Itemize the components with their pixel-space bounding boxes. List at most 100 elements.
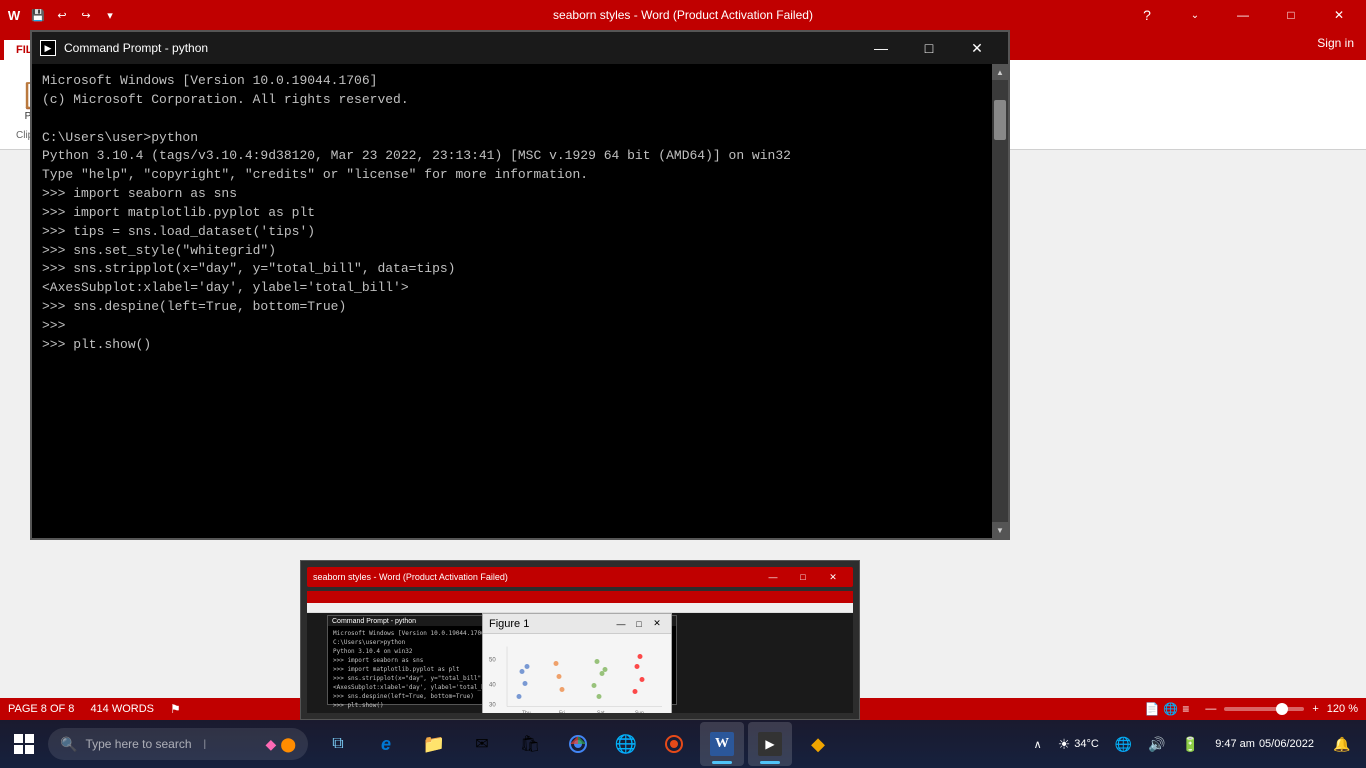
taskbar-word[interactable]: W: [700, 722, 744, 766]
search-icons: ◆ ⬤: [266, 736, 296, 753]
titlebar-left: W 💾 ↩ ↪ ▾: [0, 5, 120, 25]
cmd-content: Microsoft Windows [Version 10.0.19044.17…: [32, 64, 1008, 538]
figure-title: Figure 1: [489, 618, 529, 630]
taskbar-mail[interactable]: ✉: [460, 722, 504, 766]
ribbon-toggle-button[interactable]: ⌄: [1172, 0, 1218, 30]
scatter-chart: 50 40 30 Thu Fri Sat Sun: [487, 638, 667, 713]
taskbar-task-view[interactable]: ⧉: [316, 722, 360, 766]
save-icon[interactable]: 💾: [28, 5, 48, 25]
notification-icon: 🔔: [1333, 736, 1350, 753]
clock[interactable]: 9:47 am 05/06/2022: [1211, 735, 1318, 753]
preview-figure-window: Figure 1 — □ ✕ 50 40 30 T: [482, 613, 672, 713]
cmd-titlebar-left: ▶ Command Prompt - python: [40, 40, 208, 56]
network-icon: 🌐: [1115, 736, 1132, 753]
search-diamond-icon: ◆: [266, 736, 277, 753]
taskbar-globe[interactable]: 🌐: [604, 722, 648, 766]
systray-weather[interactable]: ☀ 34°C: [1054, 734, 1103, 755]
clock-time: 9:47 am: [1215, 737, 1255, 751]
undo-icon[interactable]: ↩: [52, 5, 72, 25]
svg-text:Thu: Thu: [522, 711, 531, 714]
misc-icon: ◆: [811, 734, 825, 755]
signin-area[interactable]: Sign in: [1305, 30, 1366, 56]
cmd-icon: ▶: [40, 40, 56, 56]
figure-maximize-btn[interactable]: □: [631, 616, 647, 632]
preview-controls: — □ ✕: [759, 569, 847, 585]
taskbar-chromium[interactable]: [652, 722, 696, 766]
preview-cmd-title: Command Prompt - python: [332, 618, 416, 625]
clock-date: 05/06/2022: [1259, 737, 1314, 751]
taskbar-chrome1[interactable]: [556, 722, 600, 766]
zoom-in-btn[interactable]: +: [1312, 703, 1318, 715]
scroll-thumb[interactable]: [994, 100, 1006, 140]
redo-icon[interactable]: ↪: [76, 5, 96, 25]
cmd-scrollbar[interactable]: ▲ ▼: [992, 64, 1008, 538]
edge-icon: e: [381, 734, 391, 755]
svg-text:50: 50: [489, 658, 496, 664]
search-placeholder: Type here to search: [85, 737, 191, 751]
help-button[interactable]: ?: [1124, 0, 1170, 30]
files-icon: 📁: [423, 734, 445, 755]
chromium-icon: [664, 734, 684, 754]
maximize-button[interactable]: □: [1268, 0, 1314, 30]
search-circle-icon: ⬤: [280, 736, 296, 753]
taskbar-search[interactable]: 🔍 Type here to search | ◆ ⬤: [48, 728, 308, 760]
cmd-maximize-btn[interactable]: □: [906, 32, 952, 64]
cmd-output[interactable]: Microsoft Windows [Version 10.0.19044.17…: [32, 64, 992, 538]
figure-minimize-btn[interactable]: —: [613, 616, 629, 632]
taskbar-edge[interactable]: e: [364, 722, 408, 766]
task-view-icon: ⧉: [332, 735, 343, 753]
taskbar: 🔍 Type here to search | ◆ ⬤ ⧉ e 📁 ✉ 🛍: [0, 720, 1366, 768]
preview-titlebar: seaborn styles - Word (Product Activatio…: [307, 567, 853, 587]
preview-ribbon-bar: [307, 591, 853, 603]
titlebar-controls: ? ⌄ — □ ✕: [1124, 0, 1366, 30]
taskbar-files[interactable]: 📁: [412, 722, 456, 766]
zoom-out-btn[interactable]: —: [1205, 703, 1216, 715]
view-icons: 📄 🌐 ≡: [1144, 702, 1189, 716]
figure-close-btn[interactable]: ✕: [649, 616, 665, 632]
zoom-slider[interactable]: [1224, 707, 1304, 711]
systray-volume[interactable]: 🔊: [1144, 734, 1169, 755]
taskbar-preview: seaborn styles - Word (Product Activatio…: [300, 560, 860, 720]
notification-button[interactable]: 🔔: [1326, 728, 1358, 760]
tray-expand-icon: ∧: [1034, 738, 1042, 751]
svg-text:Fri: Fri: [559, 711, 565, 714]
close-button[interactable]: ✕: [1316, 0, 1362, 30]
cmd-taskbar-icon: ▶: [758, 732, 782, 756]
cmd-minimize-btn[interactable]: —: [858, 32, 904, 64]
taskbar-misc[interactable]: ◆: [796, 722, 840, 766]
systray-up-arrow[interactable]: ∧: [1030, 736, 1046, 753]
taskbar-store[interactable]: 🛍: [508, 722, 552, 766]
search-icon: 🔍: [60, 736, 77, 753]
statusbar-right: 📄 🌐 ≡ — + 120 %: [1144, 702, 1358, 716]
systray-network[interactable]: 🌐: [1111, 734, 1136, 755]
systray-battery[interactable]: 🔋: [1178, 734, 1203, 755]
track-changes-icon: ⚑: [170, 702, 181, 716]
start-button[interactable]: [0, 720, 48, 768]
minimize-button[interactable]: —: [1220, 0, 1266, 30]
scroll-down-arrow[interactable]: ▼: [992, 522, 1008, 538]
zoom-level: 120 %: [1327, 703, 1358, 715]
page-count: PAGE 8 OF 8: [8, 703, 74, 715]
scroll-up-arrow[interactable]: ▲: [992, 64, 1008, 80]
cortana-icon: |: [204, 739, 207, 750]
figure-content: 50 40 30 Thu Fri Sat Sun: [483, 634, 671, 713]
preview-minimize-btn[interactable]: —: [759, 569, 787, 585]
store-icon: 🛍: [520, 734, 540, 754]
outline-view-icon[interactable]: ≡: [1182, 702, 1189, 716]
taskbar-items: ⧉ e 📁 ✉ 🛍 🌐: [308, 722, 1030, 766]
temperature: 34°C: [1074, 738, 1099, 750]
chrome1-icon: [568, 734, 588, 754]
preview-maximize-btn[interactable]: □: [789, 569, 817, 585]
figure-controls: — □ ✕: [613, 616, 665, 632]
volume-icon: 🔊: [1148, 736, 1165, 753]
print-view-icon[interactable]: 📄: [1144, 702, 1159, 716]
word-titlebar: W 💾 ↩ ↪ ▾ seaborn styles - Word (Product…: [0, 0, 1366, 30]
web-view-icon[interactable]: 🌐: [1163, 702, 1178, 716]
systray: ∧ ☀ 34°C 🌐 🔊 🔋 9:47 am 05/06/2022 🔔: [1030, 728, 1366, 760]
customize-icon[interactable]: ▾: [100, 5, 120, 25]
word-taskbar-icon: W: [710, 732, 734, 756]
preview-close-btn[interactable]: ✕: [819, 569, 847, 585]
taskbar-cmd[interactable]: ▶: [748, 722, 792, 766]
cmd-close-btn[interactable]: ✕: [954, 32, 1000, 64]
word-icon: W: [4, 5, 24, 25]
